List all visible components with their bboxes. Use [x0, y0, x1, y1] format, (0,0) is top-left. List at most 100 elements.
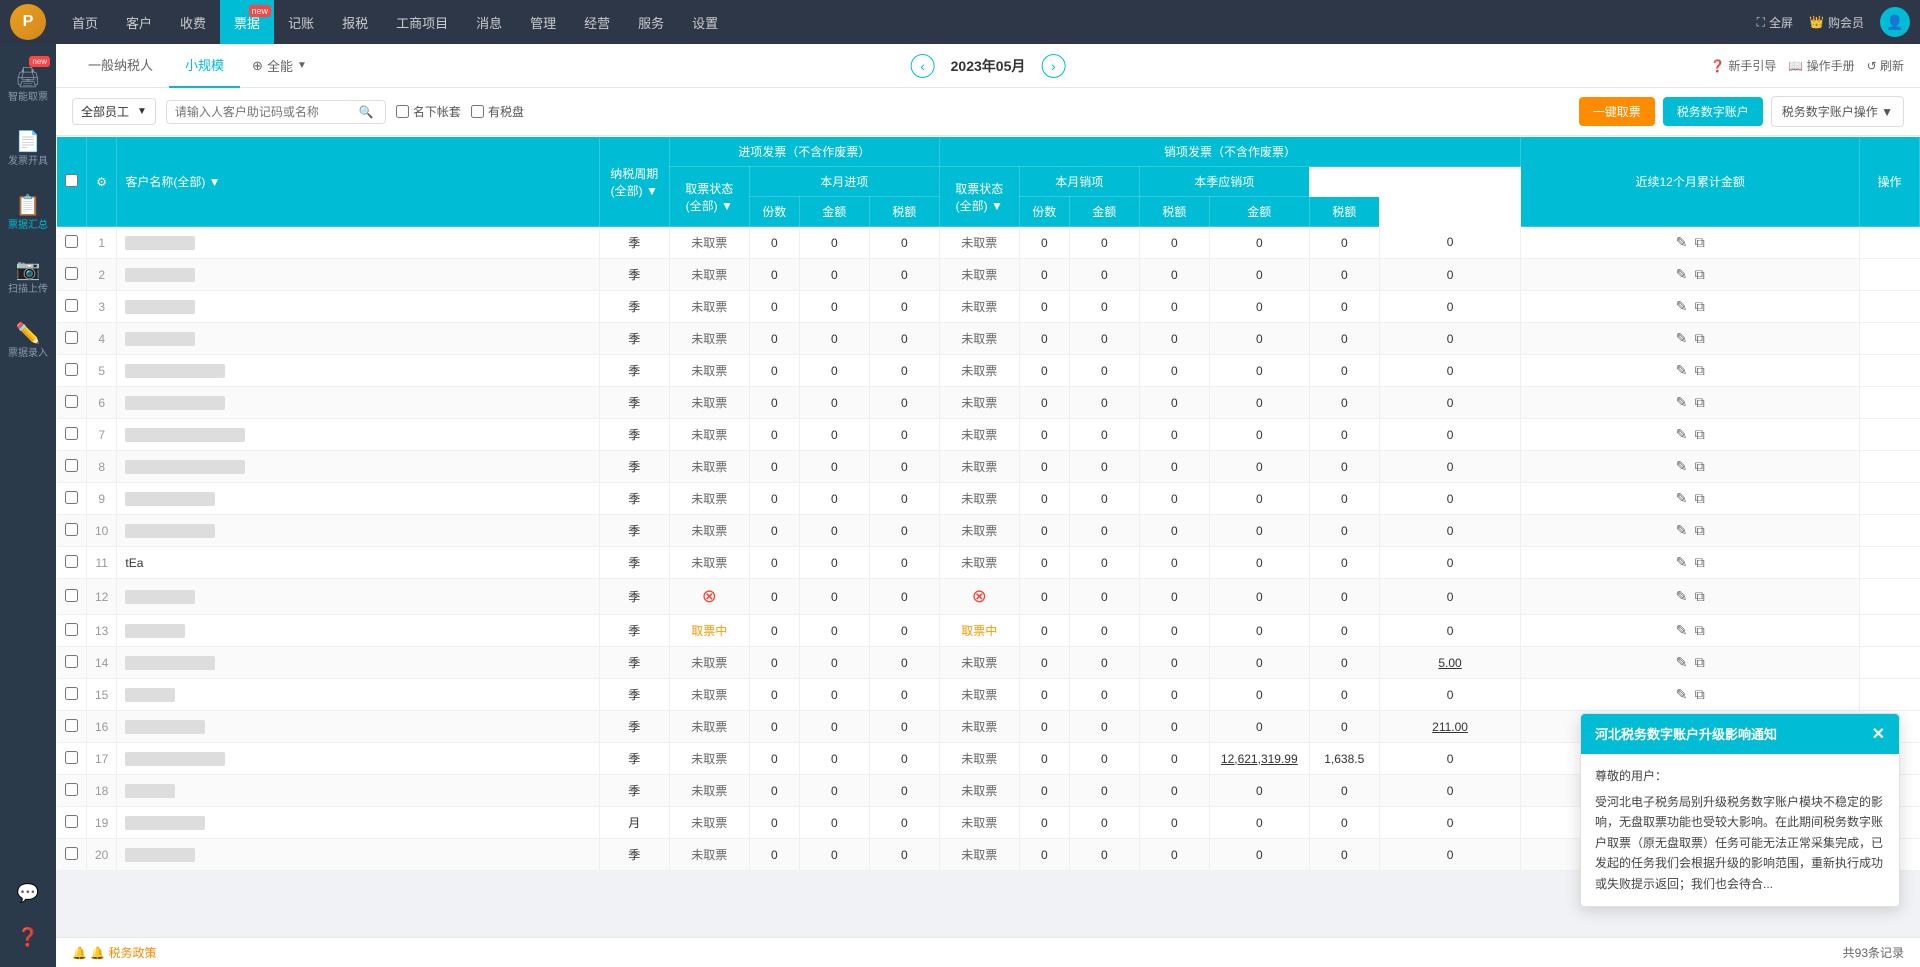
nav-item-manage[interactable]: 管理 — [516, 0, 570, 44]
q-tax-cell: 0 — [1309, 451, 1379, 483]
row-checkbox[interactable] — [65, 267, 78, 280]
edit-icon[interactable]: ✎ — [1676, 490, 1688, 506]
copy-icon[interactable]: ⧉ — [1695, 654, 1705, 670]
row-checkbox[interactable] — [65, 331, 78, 344]
edit-icon[interactable]: ✎ — [1676, 522, 1688, 538]
copy-icon[interactable]: ⧉ — [1695, 362, 1705, 378]
accounts-checkbox-label[interactable]: 名下帐套 — [396, 103, 461, 120]
edit-icon[interactable]: ✎ — [1676, 266, 1688, 282]
row-checkbox[interactable] — [65, 623, 78, 636]
row-checkbox[interactable] — [65, 847, 78, 860]
row-checkbox[interactable] — [65, 395, 78, 408]
copy-icon[interactable]: ⧉ — [1695, 490, 1705, 506]
search-input[interactable] — [175, 105, 355, 119]
help-icon[interactable]: ❓ — [10, 919, 46, 955]
edit-icon[interactable]: ✎ — [1676, 362, 1688, 378]
nav-item-business[interactable]: 工商项目 — [382, 0, 462, 44]
edit-icon[interactable]: ✎ — [1676, 554, 1688, 570]
nav-item-fee[interactable]: 收费 — [166, 0, 220, 44]
row-num-cell: 4 — [87, 323, 117, 355]
edit-icon[interactable]: ✎ — [1676, 298, 1688, 314]
copy-icon[interactable]: ⧉ — [1695, 522, 1705, 538]
prev-month-btn[interactable]: ‹ — [911, 54, 935, 78]
new-guide-btn[interactable]: ❓ 新手引导 — [1710, 57, 1776, 74]
employee-select[interactable]: 全部员工 ▼ — [72, 98, 156, 125]
row-checkbox[interactable] — [65, 719, 78, 732]
copy-icon[interactable]: ⧉ — [1695, 458, 1705, 474]
copy-icon[interactable]: ⧉ — [1695, 622, 1705, 638]
member-btn[interactable]: 👑 购会员 — [1809, 14, 1864, 31]
sidebar-item-smart-ticket[interactable]: 🖨 智能取票 new — [0, 52, 56, 116]
row-checkbox[interactable] — [65, 235, 78, 248]
notification-close-icon[interactable]: ✕ — [1872, 724, 1885, 744]
edit-icon[interactable]: ✎ — [1676, 394, 1688, 410]
digital-account-ops-btn[interactable]: 税务数字账户操作 ▼ — [1771, 96, 1904, 127]
row-checkbox[interactable] — [65, 491, 78, 504]
fullscreen-btn[interactable]: ⛶ 全屏 — [1757, 14, 1793, 31]
copy-icon[interactable]: ⧉ — [1695, 330, 1705, 346]
copy-icon[interactable]: ⧉ — [1695, 234, 1705, 250]
row-checkbox[interactable] — [65, 783, 78, 796]
edit-icon[interactable]: ✎ — [1676, 588, 1688, 604]
status-unget-badge: 未取票 — [691, 300, 727, 314]
row-checkbox[interactable] — [65, 655, 78, 668]
sidebar-item-invoice-entry[interactable]: ✏️ 票据录入 — [0, 308, 56, 372]
edit-icon[interactable]: ✎ — [1676, 686, 1688, 702]
edit-icon[interactable]: ✎ — [1676, 622, 1688, 638]
row-checkbox[interactable] — [65, 815, 78, 828]
nav-item-ticket[interactable]: 票据 new — [220, 0, 274, 44]
copy-icon[interactable]: ⧉ — [1695, 686, 1705, 702]
edit-icon[interactable]: ✎ — [1676, 234, 1688, 250]
avatar[interactable]: 👤 — [1880, 7, 1910, 37]
nav-item-service[interactable]: 服务 — [624, 0, 678, 44]
tab-general-taxpayer[interactable]: 一般纳税人 — [72, 44, 169, 88]
edit-icon[interactable]: ✎ — [1676, 330, 1688, 346]
next-month-btn[interactable]: › — [1041, 54, 1065, 78]
row-checkbox[interactable] — [65, 687, 78, 700]
row-checkbox[interactable] — [65, 427, 78, 440]
row-checkbox[interactable] — [65, 363, 78, 376]
select-all-checkbox[interactable] — [65, 174, 78, 187]
copy-icon[interactable]: ⧉ — [1695, 298, 1705, 314]
sidebar-item-scan-upload[interactable]: 📷 扫描上传 — [0, 244, 56, 308]
copy-icon[interactable]: ⧉ — [1695, 394, 1705, 410]
nav-item-message[interactable]: 消息 — [462, 0, 516, 44]
row-checkbox[interactable] — [65, 555, 78, 568]
row-checkbox[interactable] — [65, 589, 78, 602]
action-cell: ✎ ⧉ — [1521, 547, 1860, 579]
one-click-invoice-btn[interactable]: 一键取票 — [1579, 97, 1655, 126]
tab-all-type[interactable]: ⊕ 全能 ▼ — [240, 44, 319, 88]
nav-item-customer[interactable]: 客户 — [112, 0, 166, 44]
accounts-checkbox[interactable] — [396, 105, 409, 118]
refresh-btn[interactable]: ↺ 刷新 — [1867, 57, 1904, 74]
sidebar-item-invoice-summary[interactable]: 📋 票据汇总 — [0, 180, 56, 244]
copy-icon[interactable]: ⧉ — [1695, 588, 1705, 604]
tax-checkbox[interactable] — [471, 105, 484, 118]
digital-account-btn[interactable]: 税务数字账户 — [1663, 97, 1763, 126]
out-amount-cell: 0 — [1069, 647, 1139, 679]
tax-policy-link[interactable]: 🔔 🔔 税务政策 — [72, 944, 157, 961]
sidebar-item-invoice-open[interactable]: 📄 发票开具 — [0, 116, 56, 180]
copy-icon[interactable]: ⧉ — [1695, 554, 1705, 570]
tab-small-scale[interactable]: 小规模 — [169, 44, 240, 88]
operation-manual-btn[interactable]: 📖 操作手册 — [1788, 57, 1854, 74]
row-checkbox[interactable] — [65, 523, 78, 536]
edit-icon[interactable]: ✎ — [1676, 654, 1688, 670]
edit-icon[interactable]: ✎ — [1676, 426, 1688, 442]
nav-item-tax[interactable]: 报税 — [328, 0, 382, 44]
nav-item-operation[interactable]: 经营 — [570, 0, 624, 44]
nav-item-bookkeep[interactable]: 记账 — [274, 0, 328, 44]
chat-icon[interactable]: 💬 — [10, 875, 46, 911]
row-checkbox[interactable] — [65, 751, 78, 764]
copy-icon[interactable]: ⧉ — [1695, 266, 1705, 282]
date-nav: ‹ 2023年05月 › — [911, 54, 1066, 78]
edit-icon[interactable]: ✎ — [1676, 458, 1688, 474]
nav-item-settings[interactable]: 设置 — [678, 0, 732, 44]
nav-item-home[interactable]: 首页 — [58, 0, 112, 44]
row-checkbox[interactable] — [65, 299, 78, 312]
search-icon[interactable]: 🔍 — [359, 105, 374, 119]
footer-bar: 🔔 🔔 税务政策 共93条记录 — [56, 937, 1920, 967]
tax-checkbox-label[interactable]: 有税盘 — [471, 103, 524, 120]
row-checkbox[interactable] — [65, 459, 78, 472]
copy-icon[interactable]: ⧉ — [1695, 426, 1705, 442]
